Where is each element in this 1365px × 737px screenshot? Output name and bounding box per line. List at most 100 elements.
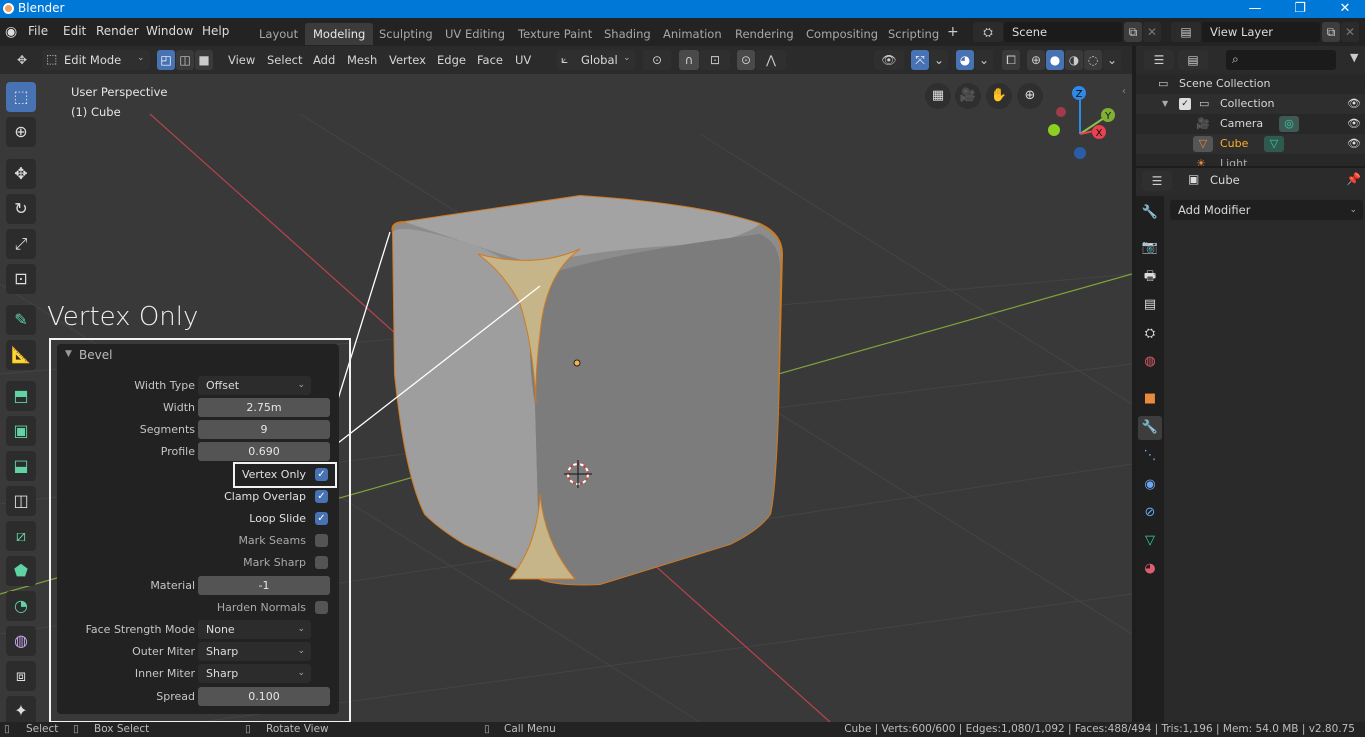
new-view-layer-icon[interactable]: ⧉	[1322, 22, 1340, 42]
solid-shading-icon[interactable]: ●	[1046, 50, 1064, 70]
snap-toggle-icon[interactable]: ∩	[679, 50, 699, 70]
scene-tab-icon[interactable]: ⛭	[1138, 322, 1162, 346]
scene-name-field[interactable]: Scene	[1004, 22, 1122, 42]
camera-data-icon[interactable]: ◎	[1279, 116, 1299, 132]
constraints-tab-icon[interactable]: ⊘	[1138, 501, 1162, 525]
tab-modeling[interactable]: Modeling	[305, 23, 374, 45]
snap-target-icon[interactable]: ⊡	[700, 50, 730, 70]
new-scene-icon[interactable]: ⧉	[1124, 22, 1142, 42]
proportional-falloff-icon[interactable]: ⋀	[756, 50, 786, 70]
rotate-tool-icon[interactable]: ↻	[6, 194, 36, 224]
material-shading-icon[interactable]: ◑	[1065, 50, 1083, 70]
tab-sculpting[interactable]: Sculpting	[371, 23, 441, 45]
tool-tab-icon[interactable]: 🔧	[1138, 201, 1162, 225]
header-menu-edge[interactable]: Edge	[431, 50, 472, 70]
menu-edit[interactable]: Edit	[63, 24, 86, 38]
sidebar-toggle-icon[interactable]: ‹	[1122, 86, 1126, 97]
eye-icon[interactable]: 👁	[1347, 94, 1361, 114]
scale-tool-icon[interactable]: ⤢	[6, 229, 36, 259]
header-menu-vertex[interactable]: Vertex	[383, 50, 432, 70]
view-layer-name-field[interactable]: View Layer	[1202, 22, 1320, 42]
face-strength-dropdown[interactable]: None ⌄	[198, 620, 311, 639]
annotate-tool-icon[interactable]: ✎	[6, 305, 36, 335]
header-menu-uv[interactable]: UV	[509, 50, 537, 70]
gizmo-chevron-icon[interactable]: ⌄	[930, 50, 948, 70]
material-tab-icon[interactable]: ◕	[1138, 557, 1162, 581]
harden-normals-checkbox[interactable]	[315, 601, 328, 614]
close-button[interactable]: ✕	[1325, 0, 1365, 18]
header-menu-face[interactable]: Face	[471, 50, 509, 70]
visibility-icon[interactable]: 👁	[874, 50, 904, 70]
tab-animation[interactable]: Animation	[655, 23, 730, 45]
measure-tool-icon[interactable]: 📐	[6, 340, 36, 370]
minimize-button[interactable]: —	[1235, 0, 1275, 18]
loop-cut-tool-icon[interactable]: ◫	[6, 486, 36, 516]
menu-render[interactable]: Render	[96, 24, 139, 38]
header-menu-mesh[interactable]: Mesh	[341, 50, 383, 70]
xray-toggle-icon[interactable]: ⧠	[1002, 50, 1020, 70]
editor-type-icon[interactable]: ✥	[6, 50, 38, 70]
outer-miter-dropdown[interactable]: Sharp ⌄	[198, 642, 311, 661]
output-tab-icon[interactable]: 🖶	[1138, 265, 1162, 289]
pivot-point-icon[interactable]: ⊙	[643, 50, 671, 70]
add-workspace-button[interactable]: +	[947, 24, 959, 40]
material-field[interactable]: -1	[198, 576, 330, 595]
scene-selector-icon[interactable]: ⛭	[973, 22, 1003, 42]
mark-sharp-checkbox[interactable]	[315, 556, 328, 569]
vertex-select-mode-button[interactable]: ◰	[157, 50, 175, 70]
outliner-item-camera[interactable]: 🎥 Camera ◎ 👁	[1136, 114, 1365, 134]
maximize-button[interactable]: ❐	[1280, 0, 1320, 18]
tab-texture-paint[interactable]: Texture Paint	[510, 23, 600, 45]
wireframe-shading-icon[interactable]: ⊕	[1027, 50, 1045, 70]
collection-checkbox[interactable]: ✓	[1179, 98, 1191, 110]
inner-miter-dropdown[interactable]: Sharp ⌄	[198, 664, 311, 683]
header-menu-add[interactable]: Add	[307, 50, 341, 70]
delete-scene-icon[interactable]: ✕	[1143, 22, 1161, 42]
camera-view-icon[interactable]: 🎥	[955, 83, 981, 109]
width-type-dropdown[interactable]: Offset ⌄	[198, 376, 311, 395]
navigation-gizmo[interactable]: Z Y X	[1048, 86, 1115, 159]
properties-editor-type-icon[interactable]: ☰	[1142, 171, 1172, 191]
transform-tool-icon[interactable]: ⊡	[6, 264, 36, 294]
particles-tab-icon[interactable]: ⋱	[1138, 444, 1162, 468]
blender-menu-icon[interactable]: ◉	[5, 24, 17, 40]
select-box-tool-icon[interactable]: ⬚	[6, 82, 36, 112]
view-layer-filter-icon[interactable]: ▤	[1178, 50, 1208, 70]
add-modifier-dropdown[interactable]: Add Modifier ⌄	[1170, 200, 1363, 220]
inset-faces-tool-icon[interactable]: ▣	[6, 416, 36, 446]
tab-uv-editing[interactable]: UV Editing	[437, 23, 513, 45]
gizmo-toggle-icon[interactable]: ⤧	[911, 50, 929, 70]
tab-layout[interactable]: Layout	[251, 23, 306, 45]
beveled-cube-mesh[interactable]	[391, 194, 784, 586]
toggle-perspective-icon[interactable]: ▦	[925, 83, 951, 109]
view-layer-tab-icon[interactable]: ▤	[1138, 293, 1162, 317]
loop-slide-checkbox[interactable]: ✓	[315, 512, 328, 525]
move-tool-icon[interactable]: ✥	[6, 159, 36, 189]
eye-icon[interactable]: 👁	[1347, 114, 1361, 134]
segments-field[interactable]: 9	[198, 420, 330, 439]
menu-window[interactable]: Window	[146, 24, 193, 38]
outliner-search-input[interactable]: ⌕	[1226, 50, 1336, 70]
width-field[interactable]: 2.75m	[198, 398, 330, 417]
rendered-shading-icon[interactable]: ◌	[1084, 50, 1102, 70]
object-tab-icon[interactable]: ■	[1138, 387, 1162, 411]
cursor-tool-icon[interactable]: ⊕	[6, 117, 36, 147]
edge-select-mode-button[interactable]: ◫	[176, 50, 194, 70]
extrude-region-tool-icon[interactable]: ⬒	[6, 381, 36, 411]
transform-orientation-selector[interactable]: ⟀ Global ⌄	[557, 50, 635, 70]
poly-build-tool-icon[interactable]: ⬟	[6, 556, 36, 586]
edge-slide-tool-icon[interactable]: ⧈	[6, 661, 36, 691]
outliner-item-light[interactable]: ☀ Light	[1136, 154, 1365, 166]
zoom-view-icon[interactable]: ⊕	[1017, 83, 1043, 109]
eye-icon[interactable]: 👁	[1347, 134, 1361, 154]
collapse-triangle-icon[interactable]: ▼	[65, 349, 72, 359]
modifier-tab-icon[interactable]: 🔧	[1138, 416, 1162, 440]
display-mode-icon[interactable]: ☰	[1144, 50, 1174, 70]
object-data-tab-icon[interactable]: ▽	[1138, 529, 1162, 553]
header-menu-view[interactable]: View	[222, 50, 261, 70]
mark-seams-checkbox[interactable]	[315, 534, 328, 547]
tab-rendering[interactable]: Rendering	[727, 23, 802, 45]
knife-tool-icon[interactable]: ⧄	[6, 521, 36, 551]
overlay-chevron-icon[interactable]: ⌄	[975, 50, 993, 70]
tab-compositing[interactable]: Compositing	[798, 23, 886, 45]
